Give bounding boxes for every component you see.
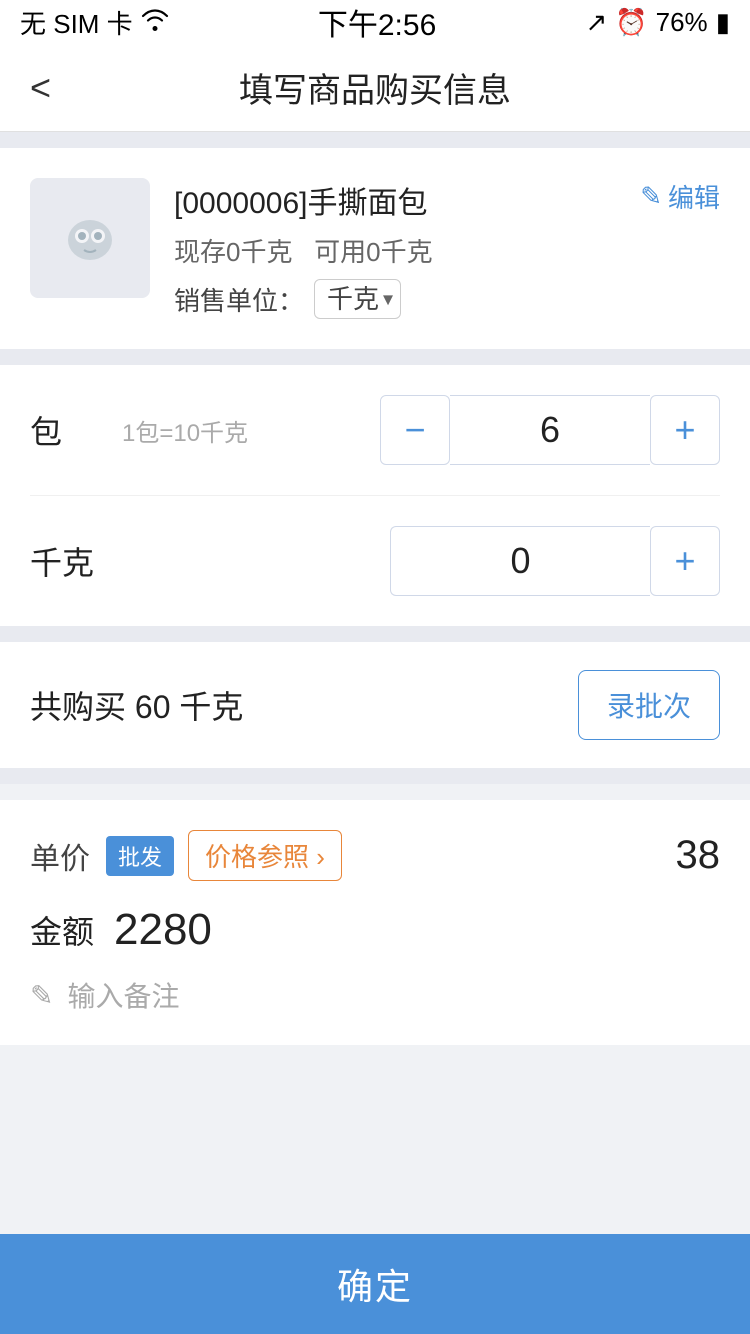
product-logo-icon xyxy=(60,208,120,268)
bao-quantity-input[interactable] xyxy=(450,395,650,465)
product-stock: 现存0千克 可用0千克 xyxy=(174,232,720,269)
battery-text: 76% xyxy=(656,7,708,38)
edit-button[interactable]: ✎ 编辑 xyxy=(640,178,720,215)
remark-placeholder: 输入备注 xyxy=(67,975,179,1015)
mid-divider-3 xyxy=(0,768,750,784)
wifi-icon xyxy=(141,7,169,38)
alarm-icon: ⏰ xyxy=(615,7,647,38)
kg-quantity-input[interactable] xyxy=(390,526,650,596)
status-left: 无 SIM 卡 xyxy=(20,4,169,41)
product-card: [0000006]手撕面包 ✎ 编辑 现存0千克 可用0千克 销售单位： 千克 xyxy=(0,148,750,349)
kg-label: 千克 xyxy=(30,538,110,584)
mid-divider-2 xyxy=(0,626,750,642)
status-time: 下午2:56 xyxy=(318,0,436,44)
input-row-kg: 千克 + xyxy=(30,496,720,626)
price-label: 单价 xyxy=(30,834,90,878)
batch-button[interactable]: 录批次 xyxy=(578,670,720,740)
amount-row: 金额 2280 xyxy=(30,905,720,955)
pencil-icon: ✎ xyxy=(30,979,53,1012)
nav-bar: < 填写商品购买信息 xyxy=(0,44,750,132)
price-section: 单价 批发 价格参照 › 38 xyxy=(0,800,750,881)
bao-label: 包 xyxy=(30,407,110,453)
back-button[interactable]: < xyxy=(20,57,61,119)
bottom-spacer xyxy=(0,1045,750,1234)
summary-section: 共购买 60 千克 录批次 xyxy=(0,642,750,768)
status-right: ↗ ⏰ 76% ▮ xyxy=(585,7,730,38)
battery-icon: ▮ xyxy=(716,7,730,38)
sim-text: 无 SIM 卡 xyxy=(20,4,133,41)
kg-increment-button[interactable]: + xyxy=(650,526,720,596)
edit-icon: ✎ xyxy=(640,181,662,212)
product-image xyxy=(30,178,150,298)
remark-row[interactable]: ✎ 输入备注 xyxy=(30,955,720,1045)
location-icon: ↗ xyxy=(585,7,607,38)
input-section: 包 1包=10千克 − + 千克 + xyxy=(0,365,750,626)
amount-value: 2280 xyxy=(114,905,212,955)
top-divider xyxy=(0,132,750,148)
amount-section: 金额 2280 ✎ 输入备注 xyxy=(0,881,750,1045)
bao-decrement-button[interactable]: − xyxy=(380,395,450,465)
product-info: [0000006]手撕面包 ✎ 编辑 现存0千克 可用0千克 销售单位： 千克 xyxy=(174,178,720,319)
page-title: 填写商品购买信息 xyxy=(239,63,511,112)
input-row-bao: 包 1包=10千克 − + xyxy=(30,365,720,496)
kg-controls: + xyxy=(390,526,720,596)
bao-sub: 1包=10千克 xyxy=(122,413,380,448)
product-unit-row: 销售单位： 千克 xyxy=(174,279,720,319)
amount-label: 金额 xyxy=(30,907,94,953)
status-bar: 无 SIM 卡 下午2:56 ↗ ⏰ 76% ▮ xyxy=(0,0,750,44)
price-ref-button[interactable]: 价格参照 › xyxy=(188,830,342,881)
bao-increment-button[interactable]: + xyxy=(650,395,720,465)
mid-divider-1 xyxy=(0,349,750,365)
unit-select-wrap[interactable]: 千克 xyxy=(314,279,401,319)
bao-controls: − + xyxy=(380,395,720,465)
unit-select[interactable]: 千克 xyxy=(314,279,401,319)
product-name: [0000006]手撕面包 xyxy=(174,178,427,222)
summary-text: 共购买 60 千克 xyxy=(30,682,243,728)
confirm-button[interactable]: 确定 xyxy=(0,1234,750,1334)
price-ref-label: 价格参照 › xyxy=(205,837,325,874)
price-value: 38 xyxy=(676,833,721,878)
price-tag: 批发 xyxy=(106,836,174,876)
